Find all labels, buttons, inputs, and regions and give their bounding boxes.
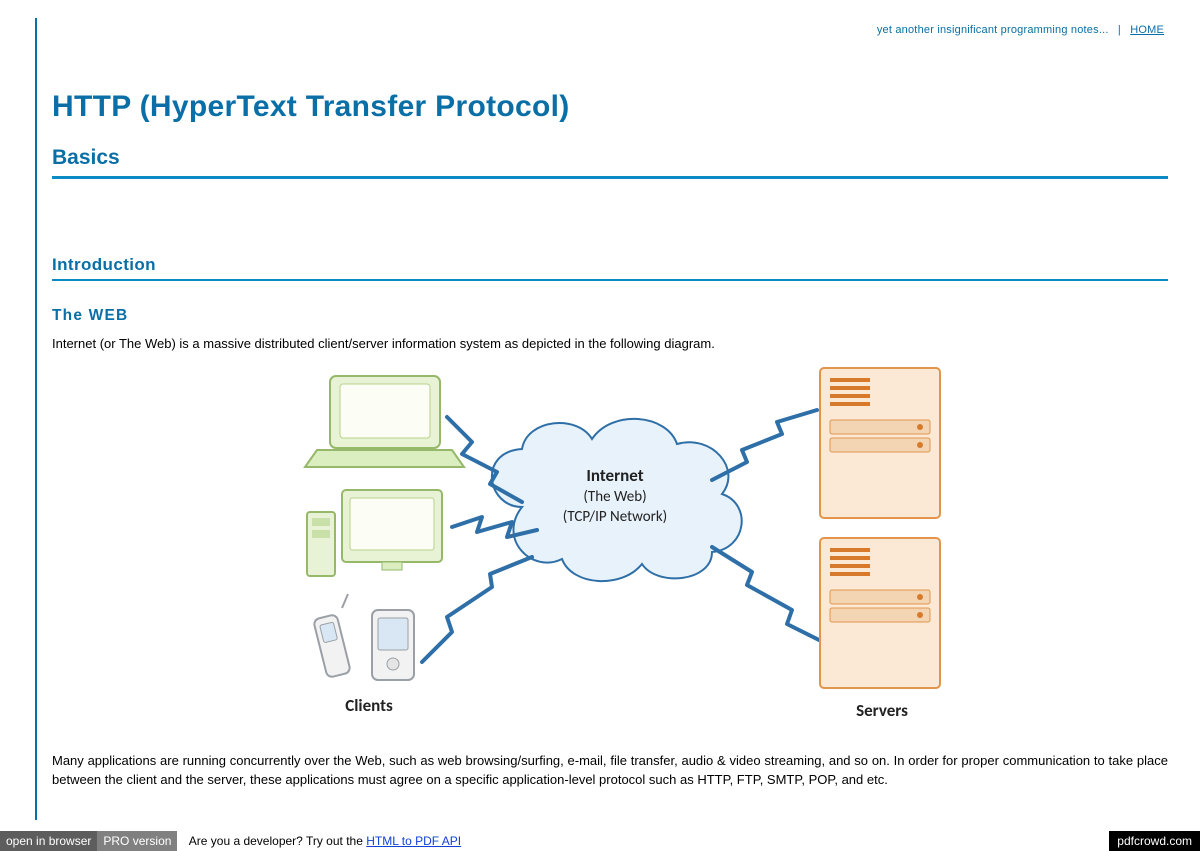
paragraph-applications: Many applications are running concurrent… xyxy=(52,752,1168,790)
content-area: HTTP (HyperText Transfer Protocol) Basic… xyxy=(52,18,1168,790)
section-the-web: The WEB xyxy=(52,307,1168,325)
html-to-pdf-api-link[interactable]: HTML to PDF API xyxy=(366,834,461,848)
section-introduction: Introduction xyxy=(52,255,1168,281)
pdfcrowd-link[interactable]: pdfcrowd.com xyxy=(1109,831,1200,851)
left-margin-rule xyxy=(35,18,37,820)
cloud-label-tcpip: (TCP/IP Network) xyxy=(535,508,695,526)
footer-message: Are you a developer? Try out the HTML to… xyxy=(181,831,461,851)
phone-icon xyxy=(313,594,351,678)
network-diagram: Internet (The Web) (TCP/IP Network) Clie… xyxy=(52,362,1168,742)
laptop-icon xyxy=(305,376,464,467)
desktop-icon xyxy=(307,490,442,576)
cloud-label-internet: Internet xyxy=(550,465,680,486)
server-icon-2 xyxy=(820,538,940,688)
paragraph-intro: Internet (or The Web) is a massive distr… xyxy=(52,335,1168,354)
clients-label: Clients xyxy=(324,695,414,716)
page-title: HTTP (HyperText Transfer Protocol) xyxy=(52,90,1168,124)
link-server-2 xyxy=(712,547,827,644)
footer-bar: open in browserPRO version Are you a dev… xyxy=(0,831,1200,851)
pro-version-button[interactable]: PRO version xyxy=(97,831,177,851)
pda-icon xyxy=(372,610,414,680)
cloud-label-web: (The Web) xyxy=(550,488,680,506)
servers-label: Servers xyxy=(827,700,937,721)
open-in-browser-button[interactable]: open in browser xyxy=(0,831,97,851)
server-icon-1 xyxy=(820,368,940,518)
page-subtitle: Basics xyxy=(52,146,1168,179)
link-mobile xyxy=(422,557,532,662)
footer-dev-text: Are you a developer? Try out the xyxy=(189,834,366,848)
